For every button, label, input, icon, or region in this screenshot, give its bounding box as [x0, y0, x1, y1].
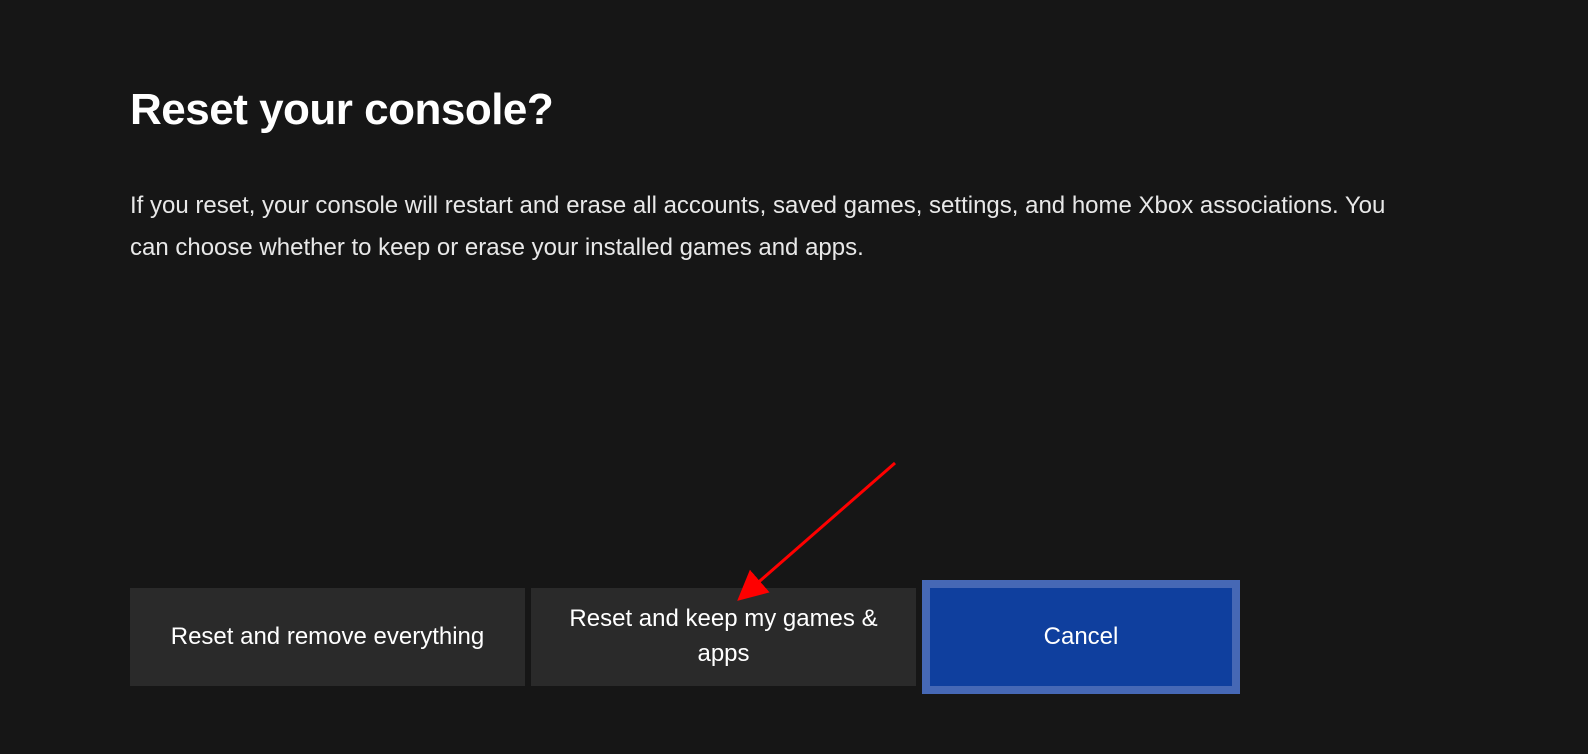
reset-remove-everything-button[interactable]: Reset and remove everything — [130, 588, 525, 686]
dialog-title: Reset your console? — [130, 85, 1458, 135]
reset-keep-games-apps-button[interactable]: Reset and keep my games & apps — [531, 588, 916, 686]
dialog-button-row: Reset and remove everything Reset and ke… — [130, 588, 1240, 694]
reset-console-dialog: Reset your console? If you reset, your c… — [0, 0, 1588, 269]
cancel-button[interactable]: Cancel — [922, 580, 1240, 694]
dialog-description: If you reset, your console will restart … — [130, 185, 1410, 269]
